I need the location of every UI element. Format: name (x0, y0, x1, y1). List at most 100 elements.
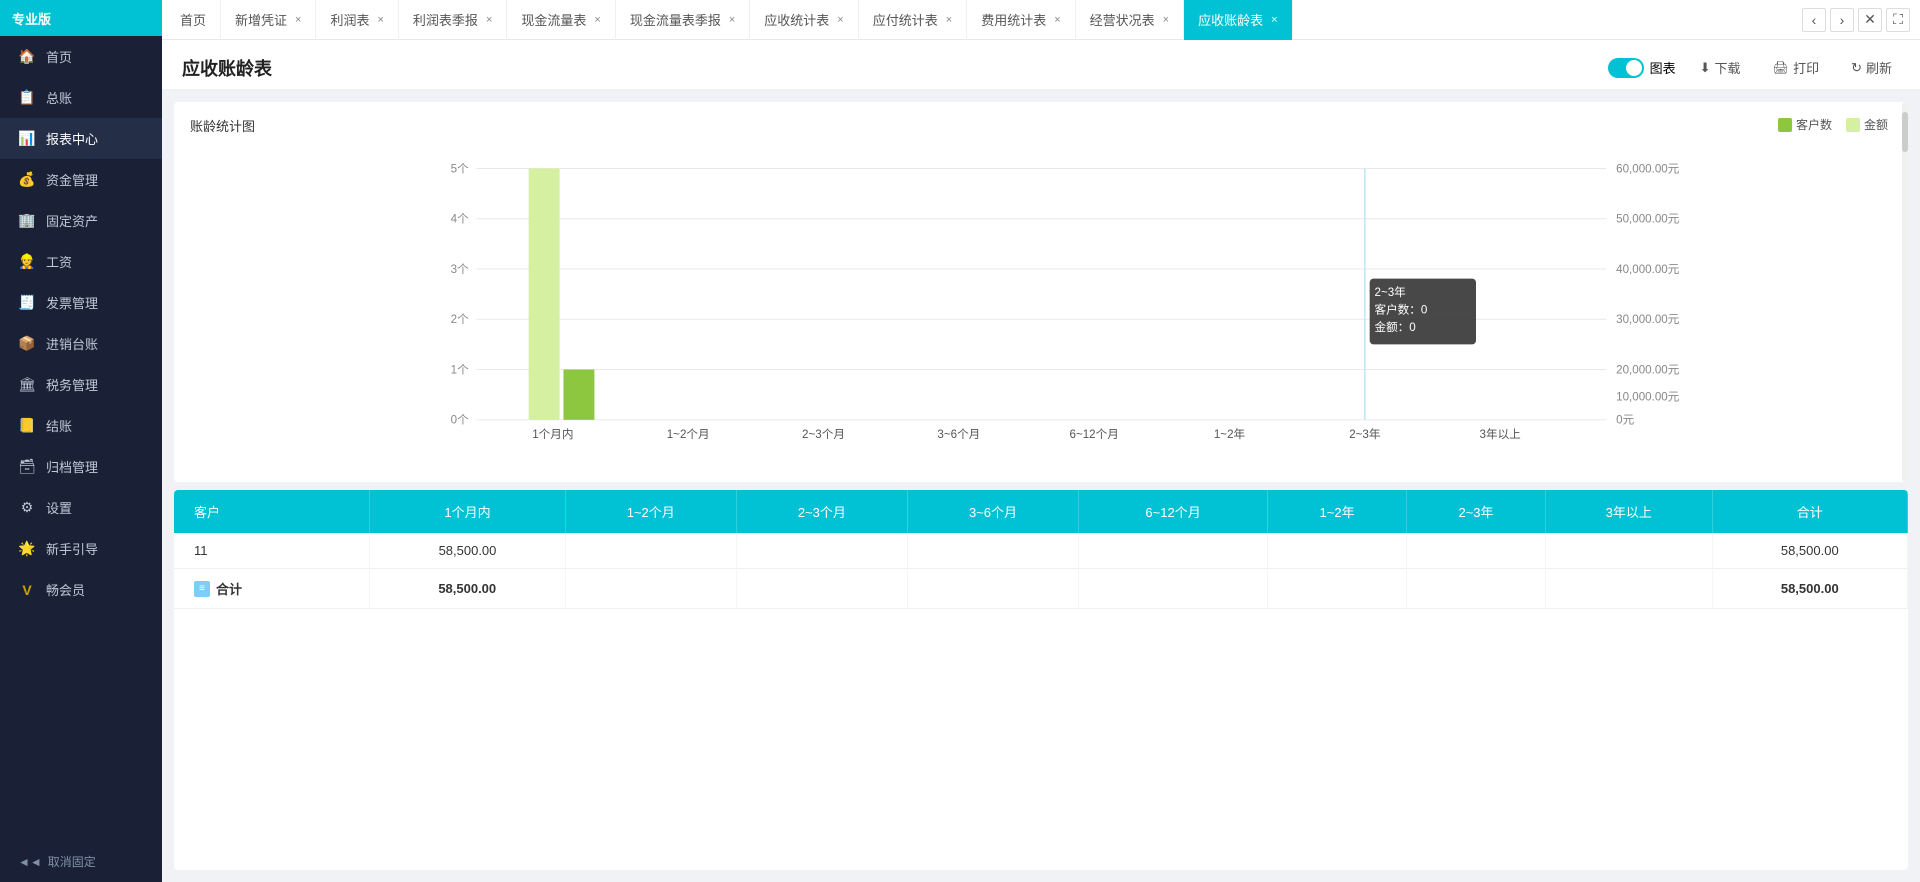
chart-svg: 5个 4个 3个 2个 1个 0个 60,000.00元 50,000.00元 … (190, 153, 1892, 443)
unpin-icon: ◄◄ (18, 855, 42, 869)
print-button[interactable]: 🖨 打印 (1765, 54, 1828, 81)
col-header-m1: 1个月内 (370, 490, 565, 533)
tab-expense-stats[interactable]: 费用统计表 × (967, 0, 1075, 40)
sidebar-label-fund-mgmt: 资金管理 (46, 170, 98, 189)
purchase-icon: 📦 (18, 335, 36, 352)
total-m1: 58,500.00 (370, 569, 565, 609)
sidebar-label-home: 首页 (46, 47, 72, 66)
chart-scroll-thumb (1902, 112, 1908, 152)
sidebar-item-ledger[interactable]: 📋 总账 (0, 77, 162, 118)
tab-cashflow[interactable]: 现金流量表 × (507, 0, 615, 40)
sidebar-item-fund-mgmt[interactable]: 💰 资金管理 (0, 159, 162, 200)
tab-payable-stats-close[interactable]: × (946, 14, 952, 26)
legend-amount-dot (1846, 118, 1860, 132)
sidebar-label-invoice-mgmt: 发票管理 (46, 293, 98, 312)
tab-cashflow-close[interactable]: × (594, 14, 600, 26)
sidebar-item-archive-mgmt[interactable]: 🗃 归档管理 (0, 446, 162, 487)
svg-text:3~6个月: 3~6个月 (937, 428, 980, 441)
sidebar-item-closing[interactable]: 📒 结账 (0, 405, 162, 446)
tab-profit-close[interactable]: × (377, 14, 383, 26)
tab-profit-quarterly-close[interactable]: × (486, 14, 492, 26)
legend-customer-label: 客户数 (1796, 116, 1832, 133)
tab-cashflow-quarterly-close[interactable]: × (729, 14, 735, 26)
col-header-m23: 2~3个月 (736, 490, 907, 533)
tab-business-status[interactable]: 经营状况表 × (1076, 0, 1184, 40)
tab-ar-aging-label: 应收账龄表 (1198, 10, 1263, 29)
sidebar-item-purchase-sales[interactable]: 📦 进销台账 (0, 323, 162, 364)
tab-home[interactable]: 首页 (166, 0, 221, 40)
sidebar-item-fixed-assets[interactable]: 🏢 固定资产 (0, 200, 162, 241)
sidebar-item-invoice-mgmt[interactable]: 🧾 发票管理 (0, 282, 162, 323)
tab-payable-stats[interactable]: 应付统计表 × (859, 0, 967, 40)
tab-close-all-button[interactable]: ✕ (1858, 8, 1882, 32)
table-section: 客户 1个月内 1~2个月 2~3个月 3~6个月 6~12个月 1~2年 2~… (174, 490, 1908, 870)
svg-text:2个: 2个 (451, 313, 469, 326)
tab-ar-aging-close[interactable]: × (1271, 14, 1277, 26)
sidebar-label-guide: 新手引导 (46, 539, 98, 558)
tab-prev-button[interactable]: ‹ (1802, 8, 1826, 32)
tab-business-status-close[interactable]: × (1163, 14, 1169, 26)
guide-icon: 🌟 (18, 540, 36, 557)
cell-customer: 11 (174, 533, 370, 569)
svg-text:1~2年: 1~2年 (1214, 427, 1246, 441)
member-icon: V (18, 582, 36, 598)
tab-maximize-button[interactable]: ⛶ (1886, 8, 1910, 32)
sidebar-label-member: 畅会员 (46, 580, 85, 599)
sidebar-item-report-center[interactable]: 📊 报表中心 (0, 118, 162, 159)
svg-text:6~12个月: 6~12个月 (1070, 428, 1119, 441)
tab-receivable-stats-close[interactable]: × (837, 14, 843, 26)
sidebar-item-guide[interactable]: 🌟 新手引导 (0, 528, 162, 569)
print-label: 打印 (1793, 58, 1819, 77)
svg-text:3个: 3个 (451, 263, 469, 276)
download-icon: ⬇ (1700, 60, 1711, 76)
table-header-row: 客户 1个月内 1~2个月 2~3个月 3~6个月 6~12个月 1~2年 2~… (174, 490, 1908, 533)
total-label: 合计 (216, 579, 242, 598)
tab-expense-stats-close[interactable]: × (1054, 14, 1060, 26)
page-content: 应收账龄表 图表 ⬇ 下载 🖨 打印 ↻ 刷新 (162, 40, 1920, 882)
tab-next-button[interactable]: › (1830, 8, 1854, 32)
col-header-y3plus: 3年以上 (1545, 490, 1712, 533)
legend-amount-label: 金额 (1864, 116, 1888, 133)
cell-m36 (907, 533, 1078, 569)
ledger-icon: 📋 (18, 89, 36, 106)
sidebar-label-archive-mgmt: 归档管理 (46, 457, 98, 476)
chart-toggle-wrap: 图表 (1608, 58, 1676, 78)
tab-new-voucher-close[interactable]: × (295, 14, 301, 26)
tab-bar: 首页 新增凭证 × 利润表 × 利润表季报 × 现金流量表 × 现金流量表季报 … (162, 0, 1920, 40)
chart-toggle[interactable] (1608, 58, 1644, 78)
assets-icon: 🏢 (18, 212, 36, 229)
table-row: 11 58,500.00 58,500.00 (174, 533, 1908, 569)
tab-profit-quarterly[interactable]: 利润表季报 × (399, 0, 507, 40)
svg-text:60,000.00元: 60,000.00元 (1616, 162, 1680, 175)
sidebar-item-settings[interactable]: ⚙ 设置 (0, 487, 162, 528)
chart-scrollbar[interactable] (1902, 102, 1908, 482)
tab-controls: ‹ › ✕ ⛶ (1802, 8, 1916, 32)
svg-text:20,000.00元: 20,000.00元 (1616, 363, 1680, 376)
tax-icon: 🏛 (18, 376, 36, 393)
cell-m23 (736, 533, 907, 569)
tab-receivable-stats[interactable]: 应收统计表 × (750, 0, 858, 40)
tab-cashflow-quarterly[interactable]: 现金流量表季报 × (616, 0, 750, 40)
sidebar-item-salary[interactable]: 👷 工资 (0, 241, 162, 282)
svg-text:2~3个月: 2~3个月 (802, 428, 845, 441)
refresh-label: 刷新 (1866, 58, 1892, 77)
sidebar-unpin-button[interactable]: ◄◄ 取消固定 (0, 841, 162, 882)
tab-new-voucher[interactable]: 新增凭证 × (221, 0, 316, 40)
tab-ar-aging[interactable]: 应收账龄表 × (1184, 0, 1292, 40)
total-m36 (907, 569, 1078, 609)
sidebar-item-home[interactable]: 🏠 首页 (0, 36, 162, 77)
sidebar-label-ledger: 总账 (46, 88, 72, 107)
download-button[interactable]: ⬇ 下载 (1692, 54, 1749, 81)
sidebar-item-tax-mgmt[interactable]: 🏛 税务管理 (0, 364, 162, 405)
svg-text:1个: 1个 (451, 363, 469, 376)
sidebar-label-fixed-assets: 固定资产 (46, 211, 98, 230)
svg-text:4个: 4个 (451, 213, 469, 226)
sidebar-label-closing: 结账 (46, 416, 72, 435)
refresh-button[interactable]: ↻ 刷新 (1843, 54, 1900, 81)
sidebar-item-member[interactable]: V 畅会员 (0, 569, 162, 610)
svg-text:金额：0: 金额：0 (1375, 320, 1416, 334)
tab-expense-stats-label: 费用统计表 (981, 10, 1046, 29)
closing-icon: 📒 (18, 417, 36, 434)
svg-text:40,000.00元: 40,000.00元 (1616, 263, 1680, 276)
tab-profit[interactable]: 利润表 × (316, 0, 398, 40)
